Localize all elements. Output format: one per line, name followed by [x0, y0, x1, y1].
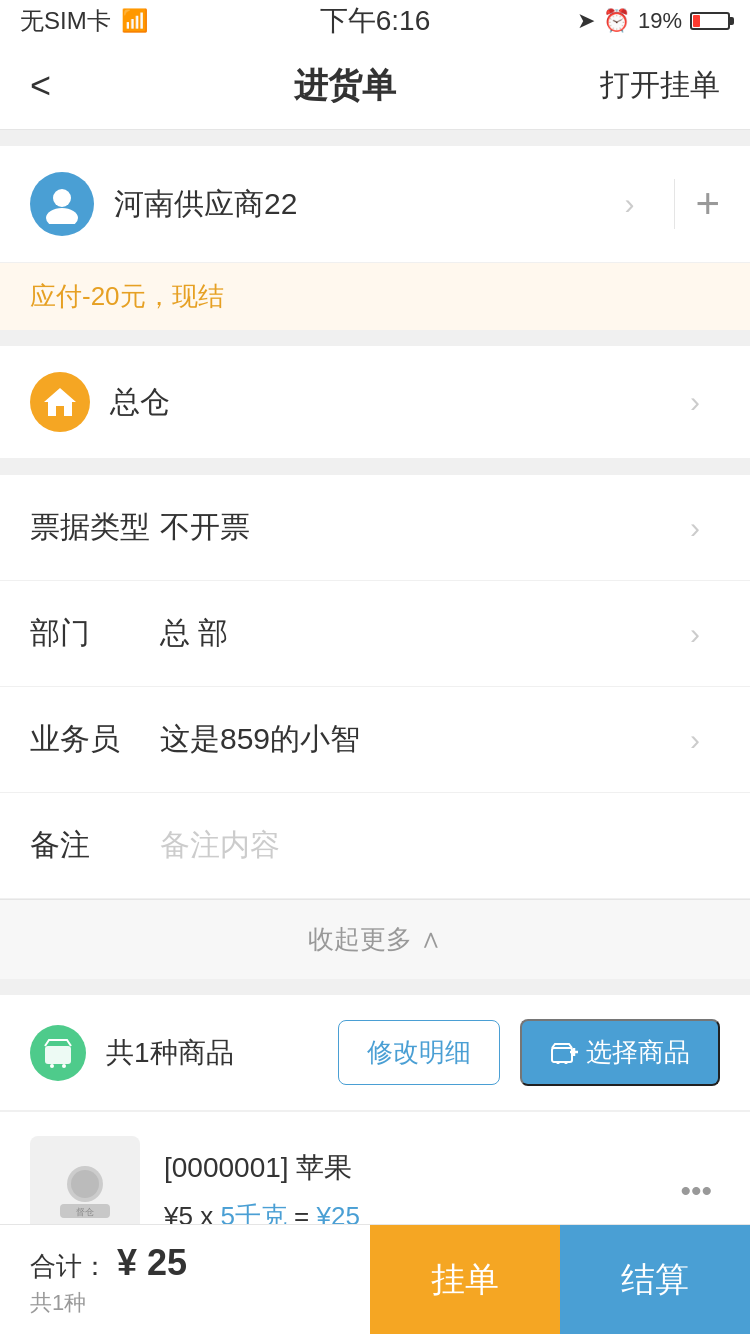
chevron-right-icon: ›	[624, 187, 634, 221]
svg-point-4	[50, 1064, 54, 1068]
warehouse-section[interactable]: 总仓 ›	[0, 346, 750, 459]
warehouse-name: 总仓	[110, 382, 690, 423]
form-row-salesperson[interactable]: 业务员 这是859的小智 ›	[0, 687, 750, 793]
product-name: [0000001] 苹果	[164, 1149, 672, 1187]
notice-text: 应付-20元，现结	[30, 281, 224, 311]
remark-placeholder: 备注内容	[160, 825, 720, 866]
hang-button[interactable]: 挂单	[370, 1225, 560, 1334]
svg-text:督仓: 督仓	[76, 1207, 94, 1217]
status-bar: 无SIM卡 📶 下午6:16 ➤ ⏰ 19%	[0, 0, 750, 42]
product-count-icon	[30, 1025, 86, 1081]
salesperson-label: 业务员	[30, 719, 160, 760]
invoice-label: 票据类型	[30, 507, 160, 548]
chevron-right-icon: ›	[690, 723, 700, 757]
product-count-text: 共1种商品	[106, 1034, 318, 1072]
page-title: 进货单	[294, 63, 396, 109]
select-product-button[interactable]: 选择商品	[520, 1019, 720, 1086]
status-bar-left: 无SIM卡 📶	[20, 5, 148, 37]
bottom-bar: 合计： ¥ 25 共1种 挂单 结算	[0, 1224, 750, 1334]
form-row-invoice[interactable]: 票据类型 不开票 ›	[0, 475, 750, 581]
wifi-icon: 📶	[121, 8, 148, 34]
total-sub: 共1种	[30, 1288, 340, 1318]
svg-rect-6	[552, 1048, 572, 1062]
alarm-icon: ⏰	[603, 8, 630, 34]
svg-rect-3	[45, 1046, 71, 1064]
status-bar-right: ➤ ⏰ 19%	[577, 8, 730, 34]
user-icon	[42, 184, 82, 224]
back-button[interactable]: <	[30, 65, 90, 107]
dept-label: 部门	[30, 613, 160, 654]
collapse-row[interactable]: 收起更多 ∧	[0, 899, 750, 979]
battery-icon	[690, 12, 730, 30]
chevron-right-icon: ›	[690, 617, 700, 651]
collapse-label: 收起更多 ∧	[308, 922, 441, 957]
divider	[674, 179, 675, 229]
status-bar-time: 下午6:16	[320, 2, 431, 40]
checkout-button[interactable]: 结算	[560, 1225, 750, 1334]
svg-point-5	[62, 1064, 66, 1068]
svg-point-0	[53, 189, 71, 207]
cart-icon	[41, 1036, 75, 1070]
product-info: [0000001] 苹果 ¥5 x 5千克 = ¥25	[164, 1149, 672, 1234]
supplier-section: 河南供应商22 › + 应付-20元，现结	[0, 146, 750, 330]
home-icon	[42, 384, 78, 420]
svg-marker-2	[44, 388, 76, 416]
edit-detail-button[interactable]: 修改明细	[338, 1020, 500, 1085]
carrier-text: 无SIM卡	[20, 5, 111, 37]
salesperson-value: 这是859的小智	[160, 719, 690, 760]
form-row-remark[interactable]: 备注 备注内容	[0, 793, 750, 899]
chevron-right-icon: ›	[690, 385, 700, 419]
form-section: 票据类型 不开票 › 部门 总 部 › 业务员 这是859的小智 › 备注 备注…	[0, 475, 750, 899]
warehouse-icon	[30, 372, 90, 432]
chevron-right-icon: ›	[690, 511, 700, 545]
add-supplier-button[interactable]: +	[695, 183, 720, 225]
svg-point-12	[71, 1170, 99, 1198]
supplier-name: 河南供应商22	[114, 184, 624, 225]
total-amount: 合计： ¥ 25	[30, 1242, 340, 1284]
bottom-total: 合计： ¥ 25 共1种	[0, 1242, 370, 1318]
dept-value: 总 部	[160, 613, 690, 654]
total-value: ¥ 25	[117, 1242, 187, 1283]
battery-text: 19%	[638, 8, 682, 34]
select-product-label: 选择商品	[586, 1035, 690, 1070]
supplier-row[interactable]: 河南供应商22 › +	[0, 146, 750, 263]
supplier-avatar	[30, 172, 94, 236]
location-icon: ➤	[577, 8, 595, 34]
open-hang-button[interactable]: 打开挂单	[600, 65, 720, 106]
nav-bar: < 进货单 打开挂单	[0, 42, 750, 130]
notice-bar: 应付-20元，现结	[0, 263, 750, 330]
cart-add-icon	[550, 1042, 578, 1064]
remark-label: 备注	[30, 825, 160, 866]
form-row-dept[interactable]: 部门 总 部 ›	[0, 581, 750, 687]
product-more-button[interactable]: •••	[672, 1166, 720, 1216]
product-image-placeholder: 督仓	[50, 1156, 120, 1226]
content: 河南供应商22 › + 应付-20元，现结 总仓 › 票据类型 不开票 › 部门…	[0, 146, 750, 1334]
svg-point-1	[46, 208, 78, 224]
invoice-value: 不开票	[160, 507, 690, 548]
products-header: 共1种商品 修改明细 选择商品	[0, 995, 750, 1110]
total-label: 合计：	[30, 1251, 108, 1281]
